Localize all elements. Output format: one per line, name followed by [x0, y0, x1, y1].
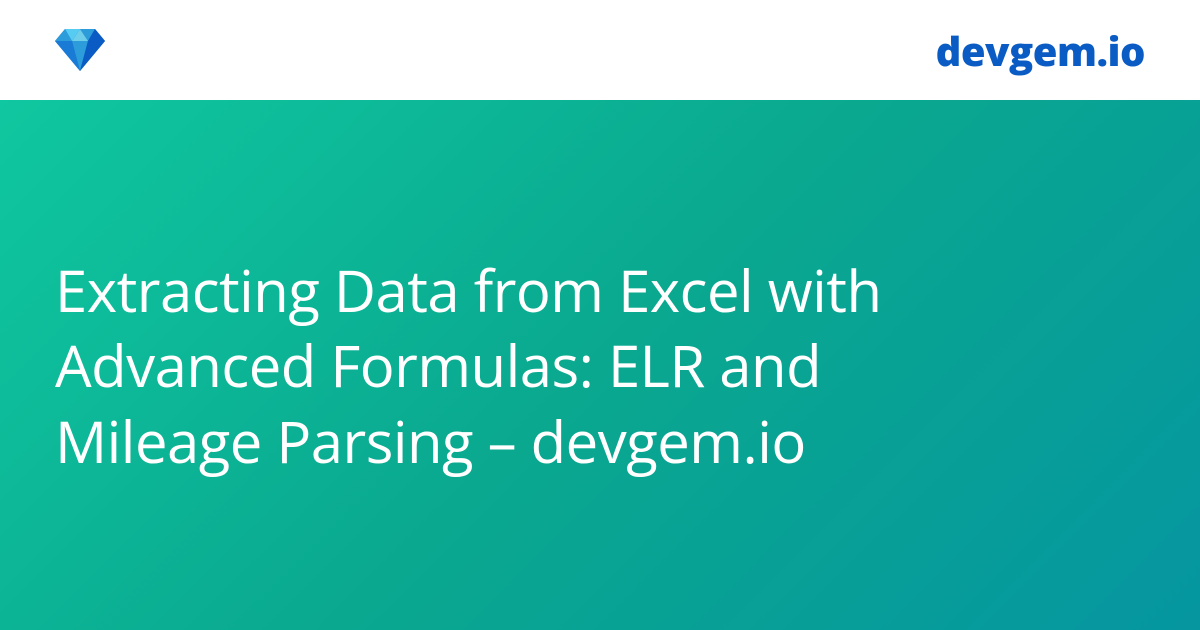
- header: devgem.io: [0, 0, 1200, 100]
- gem-logo-icon: [55, 25, 105, 75]
- hero-section: Extracting Data from Excel with Advanced…: [0, 100, 1200, 630]
- page-title: Extracting Data from Excel with Advanced…: [55, 252, 905, 478]
- brand-text: devgem.io: [936, 23, 1145, 78]
